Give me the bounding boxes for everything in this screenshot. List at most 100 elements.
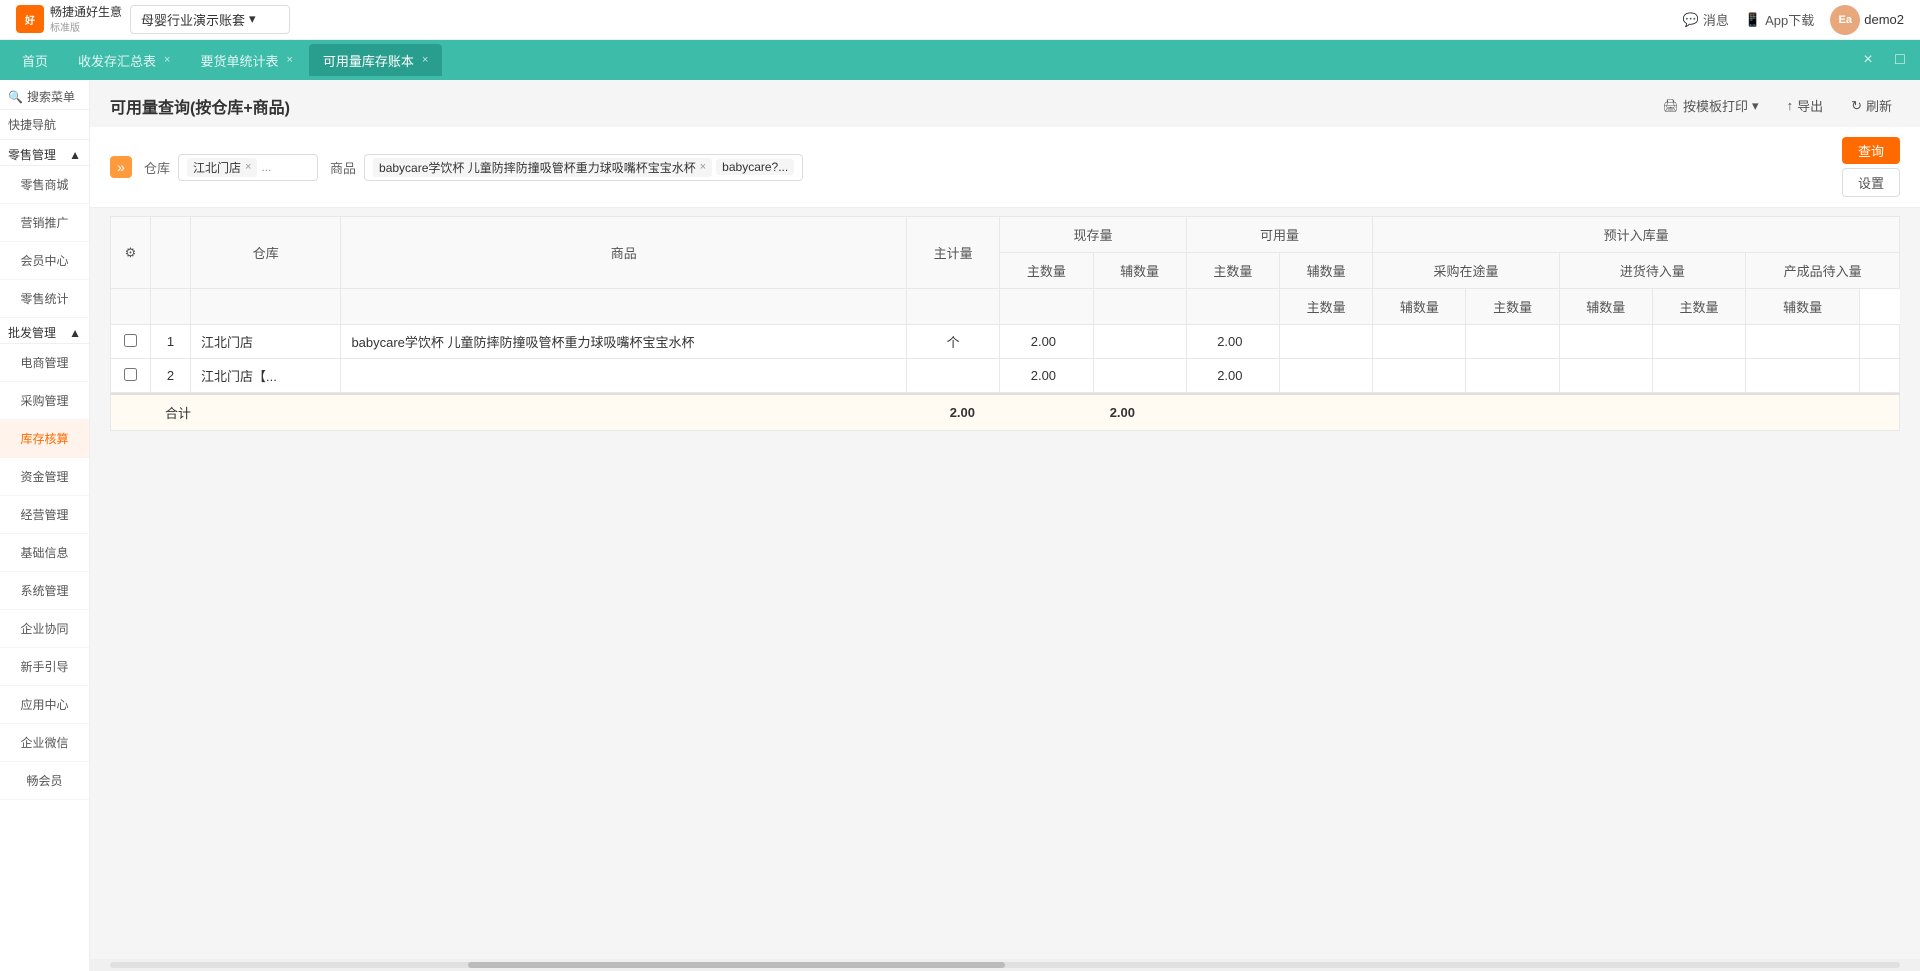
checkbox2[interactable] xyxy=(124,368,137,381)
logo-area: 好 畅捷通好生意 标准版 xyxy=(16,5,122,34)
sidebar-item-marketing[interactable]: 营销推广 xyxy=(0,204,89,242)
sidebar-search-label: 搜索菜单 xyxy=(27,88,75,105)
th-empty4 xyxy=(341,289,907,325)
sidebar-member-label: 会员中心 xyxy=(20,252,68,269)
row2-unit xyxy=(907,359,1000,393)
sidebar-item-quicknav[interactable]: 快捷导航 xyxy=(0,110,89,140)
warehouse-tag-close[interactable]: × xyxy=(245,161,251,173)
scroll-track xyxy=(110,962,1900,968)
tab-order-stats-label: 要货单统计表 xyxy=(200,51,278,70)
logo-icon: 好 xyxy=(16,5,44,33)
checkbox1[interactable] xyxy=(124,334,137,347)
th-incoming-main: 主数量 xyxy=(1466,289,1559,325)
tab-bar-actions: × □ xyxy=(1856,48,1912,72)
warehouse-more[interactable]: ... xyxy=(261,160,271,174)
row1-available-main: 2.00 xyxy=(1186,325,1279,359)
sidebar-item-member[interactable]: 会员中心 xyxy=(0,242,89,280)
app-download-label: App下载 xyxy=(1765,10,1814,29)
sidebar-system-label: 系统管理 xyxy=(20,582,68,599)
sidebar-item-retail-stats[interactable]: 零售统计 xyxy=(0,280,89,318)
sidebar-item-wholesale[interactable]: 批发管理 ▲ xyxy=(0,318,89,344)
sidebar-wecom-label: 企业微信 xyxy=(20,734,68,751)
sidebar-item-operation[interactable]: 经营管理 xyxy=(0,496,89,534)
tab-available-stock[interactable]: 可用量库存账本 × xyxy=(309,44,442,76)
table-row: 2 江北门店【... 2.00 2.00 xyxy=(111,359,1900,393)
message-btn[interactable]: 💬 消息 xyxy=(1683,10,1729,29)
sidebar-item-newguide[interactable]: 新手引导 xyxy=(0,648,89,686)
row1-product: babycare学饮杯 儿童防摔防撞吸管杯重力球吸嘴杯宝宝水杯 xyxy=(341,325,907,359)
company-selector[interactable]: 母婴行业演示账套 ▾ xyxy=(130,5,290,34)
th-checkbox[interactable]: ⚙ xyxy=(111,217,151,289)
tab-receivable-close[interactable]: × xyxy=(164,54,170,66)
data-table: ⚙ 仓库 商品 主计量 现存量 可用量 预计入库量 主数量 辅数量 主数量 xyxy=(110,216,1900,393)
sidebar-item-enterprise[interactable]: 企业协同 xyxy=(0,610,89,648)
row2-product xyxy=(341,359,907,393)
product-tag1: babycare学饮杯 儿童防摔防撞吸管杯重力球吸嘴杯宝宝水杯 × xyxy=(373,158,712,177)
tab-order-stats-close[interactable]: × xyxy=(286,54,292,66)
gear-icon[interactable]: ⚙ xyxy=(125,245,137,260)
user-menu[interactable]: Ea demo2 xyxy=(1830,5,1904,35)
th-incoming: 进货待入量 xyxy=(1559,253,1745,289)
product-input[interactable]: babycare学饮杯 儿童防摔防撞吸管杯重力球吸嘴杯宝宝水杯 × babyca… xyxy=(364,154,803,181)
refresh-label: 刷新 xyxy=(1866,96,1892,115)
top-bar-left: 好 畅捷通好生意 标准版 母婴行业演示账套 ▾ xyxy=(16,5,290,34)
row1-warehouse: 江北门店 xyxy=(191,325,341,359)
tab-receivable-label: 收发存汇总表 xyxy=(78,51,156,70)
username: demo2 xyxy=(1864,12,1904,27)
sidebar-item-finance[interactable]: 资金管理 xyxy=(0,458,89,496)
top-bar: 好 畅捷通好生意 标准版 母婴行业演示账套 ▾ 💬 消息 📱 App下载 Ea … xyxy=(0,0,1920,40)
filter-expand-btn[interactable]: » xyxy=(110,156,132,178)
page-actions: 🖨 按模板打印 ▾ ↑ 导出 ↻ 刷新 xyxy=(1655,92,1901,119)
row1-current-aux xyxy=(1093,325,1186,359)
th-finished-main: 主数量 xyxy=(1652,289,1745,325)
sidebar-search[interactable]: 🔍 搜索菜单 xyxy=(0,80,89,110)
query-button[interactable]: 查询 xyxy=(1842,137,1900,164)
th-empty5 xyxy=(907,289,1000,325)
th-warehouse: 仓库 xyxy=(191,217,341,289)
sidebar-item-inventory[interactable]: 库存核算 xyxy=(0,420,89,458)
tab-available-stock-close[interactable]: × xyxy=(422,54,428,66)
sidebar-item-member2[interactable]: 畅会员 xyxy=(0,762,89,800)
warehouse-tag-text: 江北门店 xyxy=(193,159,241,176)
template-print-btn[interactable]: 🖨 按模板打印 ▾ xyxy=(1655,92,1767,119)
app-download-btn[interactable]: 📱 App下载 xyxy=(1745,10,1814,29)
sidebar-item-appstore[interactable]: 应用中心 xyxy=(0,686,89,724)
tab-home-label: 首页 xyxy=(22,51,48,70)
sidebar-item-retail[interactable]: 零售管理 ▲ xyxy=(0,140,89,166)
row2-checkbox[interactable] xyxy=(111,359,151,393)
row1-unit: 个 xyxy=(907,325,1000,359)
close-all-btn[interactable]: × xyxy=(1856,48,1880,72)
th-incoming-aux: 辅数量 xyxy=(1559,289,1652,325)
export-btn[interactable]: ↑ 导出 xyxy=(1779,92,1832,119)
product-tag1-close[interactable]: × xyxy=(700,161,706,173)
search-icon: 🔍 xyxy=(8,90,23,104)
expand-btn[interactable]: □ xyxy=(1888,48,1912,72)
tab-available-stock-label: 可用量库存账本 xyxy=(323,51,414,70)
tab-receivable[interactable]: 收发存汇总表 × xyxy=(64,44,184,76)
refresh-btn[interactable]: ↻ 刷新 xyxy=(1843,92,1900,119)
tab-home[interactable]: 首页 xyxy=(8,44,62,76)
sidebar-item-retail-shop[interactable]: 零售商城 xyxy=(0,166,89,204)
product-filter: 商品 babycare学饮杯 儿童防摔防撞吸管杯重力球吸嘴杯宝宝水杯 × bab… xyxy=(330,154,803,181)
th-purchase-aux: 辅数量 xyxy=(1373,289,1466,325)
chevron-print-icon: ▾ xyxy=(1752,98,1759,114)
scroll-thumb[interactable] xyxy=(468,962,1005,968)
sidebar-item-wecom[interactable]: 企业微信 xyxy=(0,724,89,762)
top-bar-right: 💬 消息 📱 App下载 Ea demo2 xyxy=(1683,5,1904,35)
th-empty3 xyxy=(191,289,341,325)
sidebar-purchase-label: 采购管理 xyxy=(20,392,68,409)
th-available-aux: 辅数量 xyxy=(1279,253,1372,289)
sidebar-item-system[interactable]: 系统管理 xyxy=(0,572,89,610)
warehouse-input[interactable]: 江北门店 × ... xyxy=(178,154,318,181)
chevron-down-icon: ▾ xyxy=(249,11,256,27)
sidebar-finance-label: 资金管理 xyxy=(20,468,68,485)
row2-available-main: 2.00 xyxy=(1186,359,1279,393)
setting-button[interactable]: 设置 xyxy=(1842,168,1900,197)
sidebar-item-basic[interactable]: 基础信息 xyxy=(0,534,89,572)
sidebar-item-purchase[interactable]: 采购管理 xyxy=(0,382,89,420)
row1-checkbox[interactable] xyxy=(111,325,151,359)
sidebar-item-ecommerce[interactable]: 电商管理 xyxy=(0,344,89,382)
tab-order-stats[interactable]: 要货单统计表 × xyxy=(186,44,306,76)
th-purchase-main: 主数量 xyxy=(1279,289,1372,325)
row1-incoming-main xyxy=(1559,325,1652,359)
